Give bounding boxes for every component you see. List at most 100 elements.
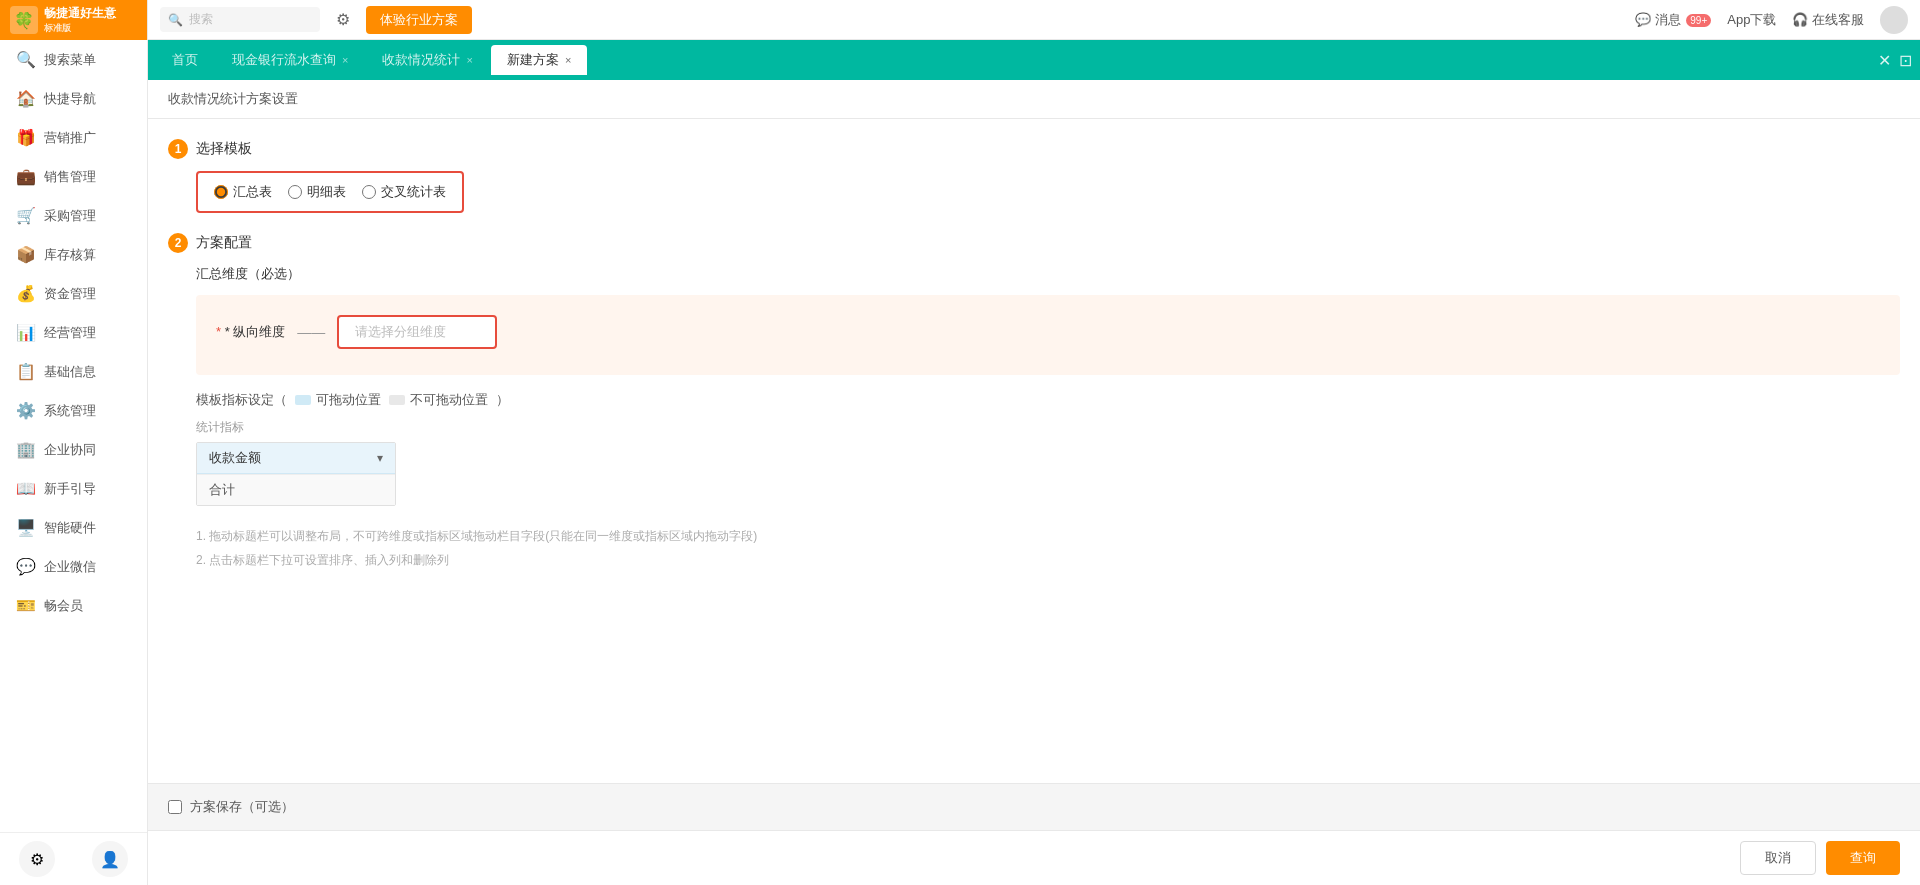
sidebar-label-hardware: 智能硬件	[44, 519, 96, 537]
sidebar-item-search[interactable]: 🔍搜索菜单	[0, 40, 147, 79]
tab-label-cashflow: 现金银行流水查询	[232, 51, 336, 69]
dimension-row: * * 纵向维度 —— 请选择分组维度	[216, 315, 1880, 349]
legend-fixed: 不可拖动位置	[389, 391, 488, 409]
sidebar-label-operation: 经营管理	[44, 324, 96, 342]
sidebar-item-nav[interactable]: 🏠快捷导航	[0, 79, 147, 118]
gear-icon[interactable]: ⚙	[336, 10, 350, 29]
sidebar-label-guide: 新手引导	[44, 480, 96, 498]
subsection: 汇总维度（必选） * * 纵向维度 —— 请选择分组维度	[196, 265, 1900, 571]
tab-cashflow[interactable]: 现金银行流水查询 ×	[216, 45, 364, 75]
metrics-table-row: 合计	[197, 474, 395, 505]
radio-cross[interactable]: 交叉统计表	[362, 183, 446, 201]
step2-header: 2 方案配置	[168, 233, 1900, 253]
sidebar-nav: 🔍搜索菜单🏠快捷导航🎁营销推广💼销售管理🛒采购管理 📦 库存核算 💰资金管理📊经营管理…	[0, 40, 147, 625]
tip-2: 2. 点击标题栏下拉可设置排序、插入列和删除列	[196, 550, 1900, 572]
enterprise-icon: 🏢	[16, 440, 36, 459]
online-service[interactable]: 🎧 在线客服	[1792, 11, 1864, 29]
inventory-icon: 📦	[16, 245, 36, 264]
sidebar-label-member: 畅会员	[44, 597, 83, 615]
metrics-table-wrap: 统计指标 收款金额 ▾ 合计	[196, 419, 1900, 506]
metrics-table-header[interactable]: 收款金额 ▾	[197, 443, 395, 474]
radio-cross-input[interactable]	[362, 185, 376, 199]
member-icon: 🎫	[16, 596, 36, 615]
step1-title: 选择模板	[196, 140, 252, 158]
logo-text: 畅捷通好生意	[44, 5, 116, 22]
tabbar-controls: ✕ ⊡	[1878, 51, 1912, 70]
dimension-section-title: 汇总维度（必选）	[196, 265, 1900, 283]
sidebar-item-guide[interactable]: 📖新手引导	[0, 469, 147, 508]
sidebar-item-wechat[interactable]: 💬企业微信	[0, 547, 147, 586]
edition-label: 标准版	[44, 22, 116, 35]
sidebar-item-hardware[interactable]: 🖥️ 智能硬件	[0, 508, 147, 547]
sidebar-item-operation[interactable]: 📊经营管理	[0, 313, 147, 352]
radio-detail[interactable]: 明细表	[288, 183, 346, 201]
metrics-table: 收款金额 ▾ 合计	[196, 442, 396, 506]
vertical-label: * * 纵向维度	[216, 323, 285, 341]
topbar: 🔍 搜索 ⚙ 体验行业方案 💬 消息 99+ App下载 🎧 在线客服	[148, 0, 1920, 40]
tab-close-cashflow[interactable]: ×	[342, 54, 348, 66]
search-box[interactable]: 🔍 搜索	[160, 7, 320, 32]
tabbar: 首页现金银行流水查询×收款情况统计×新建方案× ✕ ⊡	[148, 40, 1920, 80]
tab-close-new-plan[interactable]: ×	[565, 54, 571, 66]
sidebar-item-finance[interactable]: 💰资金管理	[0, 274, 147, 313]
sidebar-item-inventory[interactable]: 📦 库存核算	[0, 235, 147, 274]
sidebar: 🍀 畅捷通好生意 标准版 🔍搜索菜单🏠快捷导航🎁营销推广💼销售管理🛒采购管理📦库…	[0, 0, 148, 885]
step2-title: 方案配置	[196, 234, 252, 252]
legend-movable: 可拖动位置	[295, 391, 381, 409]
metrics-chevron-icon: ▾	[377, 451, 383, 465]
sales-icon: 💼	[16, 167, 36, 186]
radio-summary[interactable]: 汇总表	[214, 183, 272, 201]
purchase-icon: 🛒	[16, 206, 36, 225]
sidebar-item-enterprise[interactable]: 🏢企业协同	[0, 430, 147, 469]
main-area: 🔍 搜索 ⚙ 体验行业方案 💬 消息 99+ App下载 🎧 在线客服 首页现金…	[148, 0, 1920, 885]
message-badge: 99+	[1686, 14, 1711, 27]
fixed-dot	[389, 395, 405, 405]
footer-bar: 取消 查询	[148, 830, 1920, 885]
maximize-icon[interactable]: ⊡	[1899, 51, 1912, 70]
radio-detail-input[interactable]	[288, 185, 302, 199]
close-window-icon[interactable]: ✕	[1878, 51, 1891, 70]
indicator-label: 统计指标	[196, 419, 1900, 436]
sidebar-label-finance: 资金管理	[44, 285, 96, 303]
tab-home[interactable]: 首页	[156, 45, 214, 75]
sidebar-item-purchase[interactable]: 🛒采购管理	[0, 196, 147, 235]
app-download[interactable]: App下载	[1727, 11, 1776, 29]
industry-btn[interactable]: 体验行业方案	[366, 6, 472, 34]
step2-num: 2	[168, 233, 188, 253]
tab-label-home: 首页	[172, 51, 198, 69]
tab-label-receipts: 收款情况统计	[382, 51, 460, 69]
user-avatar[interactable]	[1880, 6, 1908, 34]
tab-close-receipts[interactable]: ×	[466, 54, 472, 66]
dimension-select[interactable]: 请选择分组维度	[337, 315, 497, 349]
sidebar-label-search: 搜索菜单	[44, 51, 96, 69]
save-label: 方案保存（可选）	[190, 798, 294, 816]
movable-dot	[295, 395, 311, 405]
hardware-icon: 🖥️	[16, 518, 36, 537]
cancel-button[interactable]: 取消	[1740, 841, 1816, 875]
query-button[interactable]: 查询	[1826, 841, 1900, 875]
dimension-placeholder: 请选择分组维度	[355, 324, 446, 339]
tab-receipts[interactable]: 收款情况统计 ×	[366, 45, 488, 75]
message-area[interactable]: 💬 消息 99+	[1635, 11, 1711, 29]
save-option: 方案保存（可选）	[148, 783, 1920, 830]
save-checkbox[interactable]	[168, 800, 182, 814]
step1-num: 1	[168, 139, 188, 159]
settings-icon[interactable]: ⚙	[19, 841, 55, 877]
template-radio-group: 汇总表 明细表 交叉统计表	[214, 183, 446, 201]
step1-header: 1 选择模板	[168, 139, 1900, 159]
sidebar-label-inventory: 库存核算	[44, 246, 96, 264]
user-icon[interactable]: 👤	[92, 841, 128, 877]
topbar-right: 💬 消息 99+ App下载 🎧 在线客服	[1635, 6, 1908, 34]
sidebar-item-member[interactable]: 🎫 畅会员	[0, 586, 147, 625]
dimension-area: * * 纵向维度 —— 请选择分组维度	[196, 295, 1900, 375]
tab-new-plan[interactable]: 新建方案×	[491, 45, 587, 75]
step2-section: 2 方案配置 汇总维度（必选） * * 纵向维度	[168, 233, 1900, 571]
radio-cross-label: 交叉统计表	[381, 183, 446, 201]
search-placeholder: 搜索	[189, 11, 213, 28]
radio-summary-input[interactable]	[214, 185, 228, 199]
message-label: 消息	[1655, 12, 1681, 27]
sidebar-item-basic[interactable]: 📋基础信息	[0, 352, 147, 391]
sidebar-item-marketing[interactable]: 🎁营销推广	[0, 118, 147, 157]
sidebar-item-sales[interactable]: 💼销售管理	[0, 157, 147, 196]
sidebar-item-system[interactable]: ⚙️系统管理	[0, 391, 147, 430]
